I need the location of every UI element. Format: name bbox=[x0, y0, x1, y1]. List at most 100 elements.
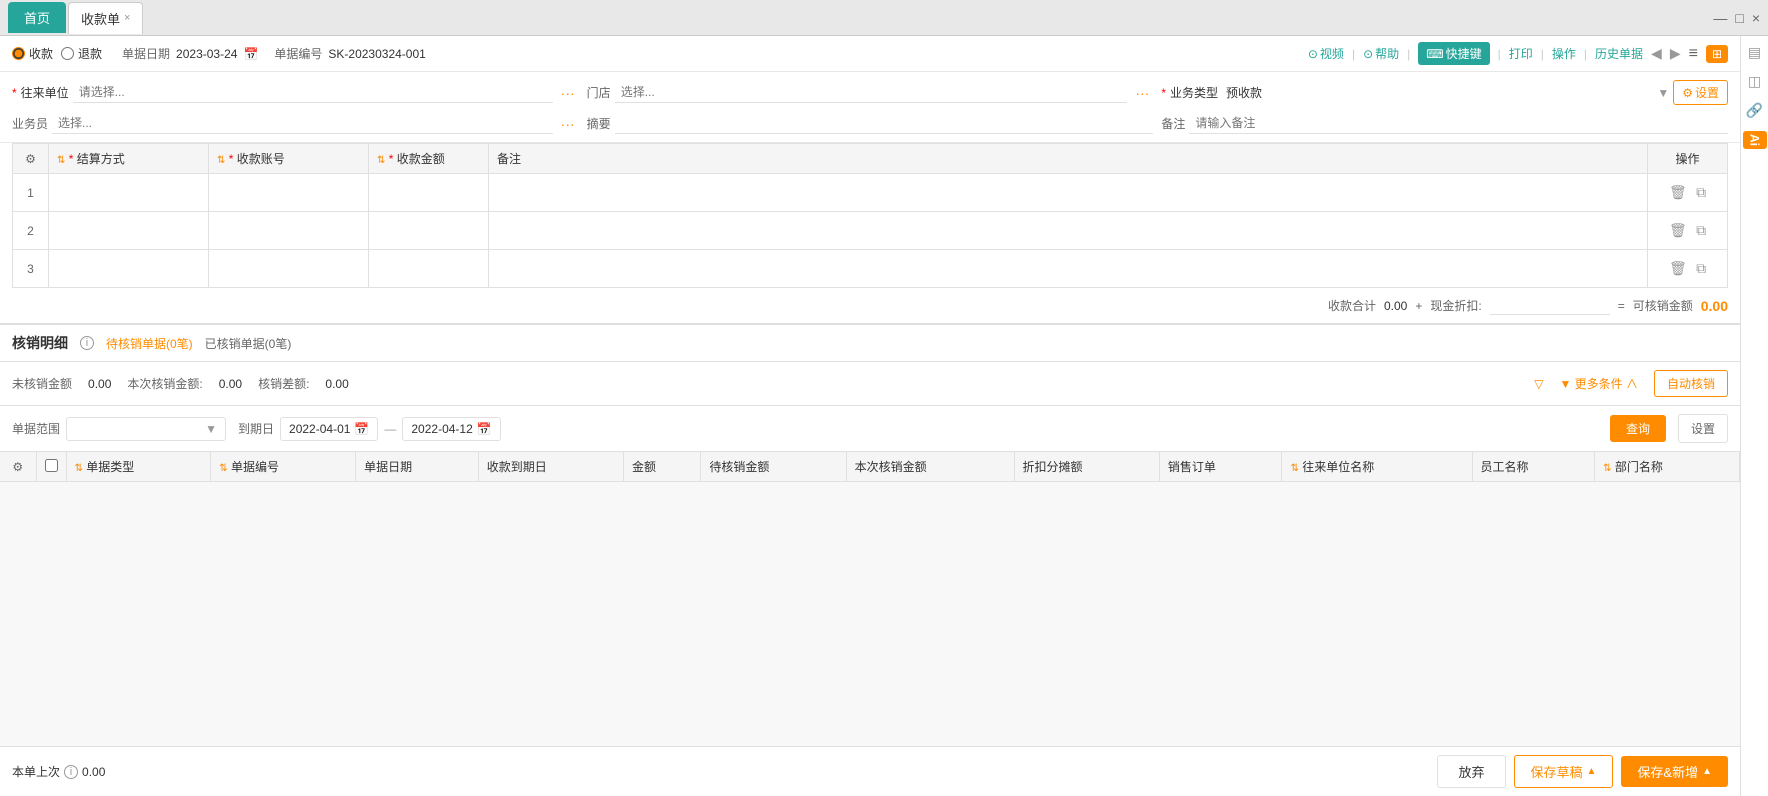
calendar-icon[interactable]: 📅 bbox=[243, 47, 258, 61]
row1-delete-icon[interactable]: 🗑 bbox=[1669, 184, 1687, 200]
tab-close-icon[interactable]: × bbox=[124, 12, 130, 24]
verify-section: 核销明细 i 待核销单据(0笔) 已核销单据(0笔) 未核销金额 0.00 本次… bbox=[0, 323, 1740, 746]
remark-input[interactable] bbox=[1189, 113, 1728, 134]
row1-account[interactable] bbox=[209, 174, 369, 212]
completed-tab[interactable]: 已核销单据(0笔) bbox=[205, 335, 292, 352]
row2-amount[interactable] bbox=[369, 212, 489, 250]
minimize-button[interactable]: — bbox=[1713, 10, 1727, 26]
diff-value: 0.00 bbox=[325, 377, 348, 391]
required-mark-2: * bbox=[1161, 86, 1166, 100]
row1-copy-icon[interactable]: ⧉ bbox=[1696, 184, 1706, 200]
operate-button[interactable]: 操作 bbox=[1552, 45, 1576, 62]
filter-settings-button[interactable]: 设置 bbox=[1678, 414, 1728, 443]
history-button[interactable]: 历史单据 bbox=[1595, 45, 1643, 62]
staff-more-icon[interactable]: ··· bbox=[557, 116, 579, 132]
row3-amount[interactable] bbox=[369, 250, 489, 288]
table-settings-header[interactable]: ⚙ bbox=[13, 144, 49, 174]
close-button[interactable]: × bbox=[1752, 10, 1760, 26]
table-settings-icon[interactable]: ⚙ bbox=[25, 152, 36, 166]
unchecked-label: 未核销金额 bbox=[12, 375, 72, 392]
tab-active[interactable]: 收款单 × bbox=[68, 2, 143, 34]
table-row: 3 🗑 ⧉ bbox=[13, 250, 1728, 288]
doc-no-label: 单据编号 bbox=[274, 45, 322, 62]
row2-settlement[interactable] bbox=[49, 212, 209, 250]
nav-prev-icon[interactable]: ◀ bbox=[1651, 45, 1662, 62]
col-account-header: ⇅ * 收款账号 bbox=[209, 144, 369, 174]
pending-tab[interactable]: 待核销单据(0笔) bbox=[106, 335, 193, 352]
shortcut-button[interactable]: ⌨ 快捷键 bbox=[1418, 42, 1489, 65]
calendar-end-icon: 📅 bbox=[477, 422, 492, 436]
bt-settings-header[interactable]: ⚙ bbox=[0, 452, 36, 482]
content-area: 收款 退款 单据日期 2023-03-24 📅 单据编号 SK-20230324… bbox=[0, 36, 1740, 796]
shortcut-icon: ⌨ bbox=[1426, 47, 1443, 61]
due-date-start-input[interactable]: 2022-04-01 📅 bbox=[280, 417, 378, 441]
row3-remark[interactable] bbox=[489, 250, 1648, 288]
save-draft-button[interactable]: 保存草稿 ▲ bbox=[1514, 755, 1614, 788]
auto-verify-button[interactable]: 自动核销 bbox=[1654, 370, 1728, 397]
tab-label: 收款单 bbox=[81, 9, 120, 28]
row2-delete-icon[interactable]: 🗑 bbox=[1669, 222, 1687, 238]
save-new-button[interactable]: 保存&新增 ▲ bbox=[1621, 756, 1728, 787]
required-mark: * bbox=[12, 86, 17, 100]
dropdown-arrow-icon[interactable]: ▼ bbox=[1657, 86, 1669, 100]
range-filter-select[interactable]: ▼ bbox=[66, 417, 226, 441]
summary-field: 摘要 bbox=[587, 113, 1154, 134]
sidebar-document-icon[interactable]: ◫ bbox=[1748, 73, 1761, 90]
bt-settings-icon[interactable]: ⚙ bbox=[12, 460, 23, 474]
bt-checkbox-header[interactable] bbox=[36, 452, 66, 482]
sidebar-link-icon[interactable]: 🔗 bbox=[1746, 102, 1763, 119]
row3-delete-icon[interactable]: 🗑 bbox=[1669, 260, 1687, 276]
tab-home[interactable]: 首页 bbox=[8, 2, 66, 33]
date-range-sep: — bbox=[384, 422, 396, 436]
video-button[interactable]: ⊙ 视频 bbox=[1308, 45, 1344, 62]
row2-account[interactable] bbox=[209, 212, 369, 250]
business-type-label: 业务类型 bbox=[1170, 84, 1218, 101]
bt-pending-header: 待核销金额 bbox=[701, 452, 846, 482]
store-input[interactable] bbox=[615, 82, 1128, 103]
row3-account[interactable] bbox=[209, 250, 369, 288]
info-icon[interactable]: i bbox=[80, 336, 94, 350]
staff-input[interactable] bbox=[52, 113, 553, 134]
counterpart-input[interactable] bbox=[73, 82, 553, 103]
sidebar-ai-button[interactable]: Ai bbox=[1743, 131, 1767, 149]
radio-collection[interactable]: 收款 bbox=[12, 45, 53, 62]
discard-button[interactable]: 放弃 bbox=[1437, 755, 1505, 788]
row3-settlement[interactable] bbox=[49, 250, 209, 288]
store-more-icon[interactable]: ··· bbox=[1131, 85, 1153, 101]
row1-amount[interactable] bbox=[369, 174, 489, 212]
col-required-mark: * bbox=[69, 152, 74, 166]
due-date-start-value: 2022-04-01 bbox=[289, 422, 350, 436]
row1-settlement[interactable] bbox=[49, 174, 209, 212]
row2-copy-icon[interactable]: ⧉ bbox=[1696, 222, 1706, 238]
summary-input[interactable] bbox=[615, 113, 1154, 134]
sidebar-table-icon[interactable]: ▤ bbox=[1748, 44, 1761, 61]
radio-refund[interactable]: 退款 bbox=[61, 45, 102, 62]
bottom-table-container: ⚙ ⇅ 单据类型 ⇅ 单据编号 bbox=[0, 452, 1740, 746]
info-icon-footer[interactable]: i bbox=[64, 765, 78, 779]
print-button[interactable]: 打印 bbox=[1509, 45, 1533, 62]
layout-icon[interactable]: ≡ bbox=[1689, 45, 1698, 63]
help-button[interactable]: ⊙ 帮助 bbox=[1363, 45, 1399, 62]
maximize-button[interactable]: □ bbox=[1735, 10, 1743, 26]
total-value: 0.00 bbox=[1384, 299, 1407, 313]
form-row-1: * 往来单位 ··· 门店 ··· * 业务类型 预收款 ▼ ⚙ bbox=[12, 80, 1728, 105]
row2-remark[interactable] bbox=[489, 212, 1648, 250]
row3-copy-icon[interactable]: ⧉ bbox=[1696, 260, 1706, 276]
footer-total-label: 本单上次 bbox=[12, 763, 60, 780]
discount-input[interactable] bbox=[1490, 296, 1610, 315]
more-filters-icon[interactable]: ▽ bbox=[1534, 377, 1543, 391]
row1-remark[interactable] bbox=[489, 174, 1648, 212]
due-date-end-input[interactable]: 2022-04-12 📅 bbox=[402, 417, 500, 441]
header-settings-icon[interactable]: ⊞ bbox=[1706, 45, 1728, 63]
radio-collection-label: 收款 bbox=[29, 45, 53, 62]
form-settings-button[interactable]: ⚙ 设置 bbox=[1673, 80, 1728, 105]
current-label: 本次核销金额: bbox=[127, 375, 202, 392]
nav-next-icon[interactable]: ▶ bbox=[1670, 45, 1681, 62]
col-settlement-header: ⇅ * 结算方式 bbox=[49, 144, 209, 174]
query-button[interactable]: 查询 bbox=[1610, 415, 1666, 442]
store-field: 门店 ··· bbox=[587, 82, 1154, 103]
counterpart-more-icon[interactable]: ··· bbox=[557, 85, 579, 101]
more-filters-btn[interactable]: ▼ 更多条件 ∧ bbox=[1559, 375, 1638, 392]
unchecked-value: 0.00 bbox=[88, 377, 111, 391]
calendar-start-icon: 📅 bbox=[354, 422, 369, 436]
